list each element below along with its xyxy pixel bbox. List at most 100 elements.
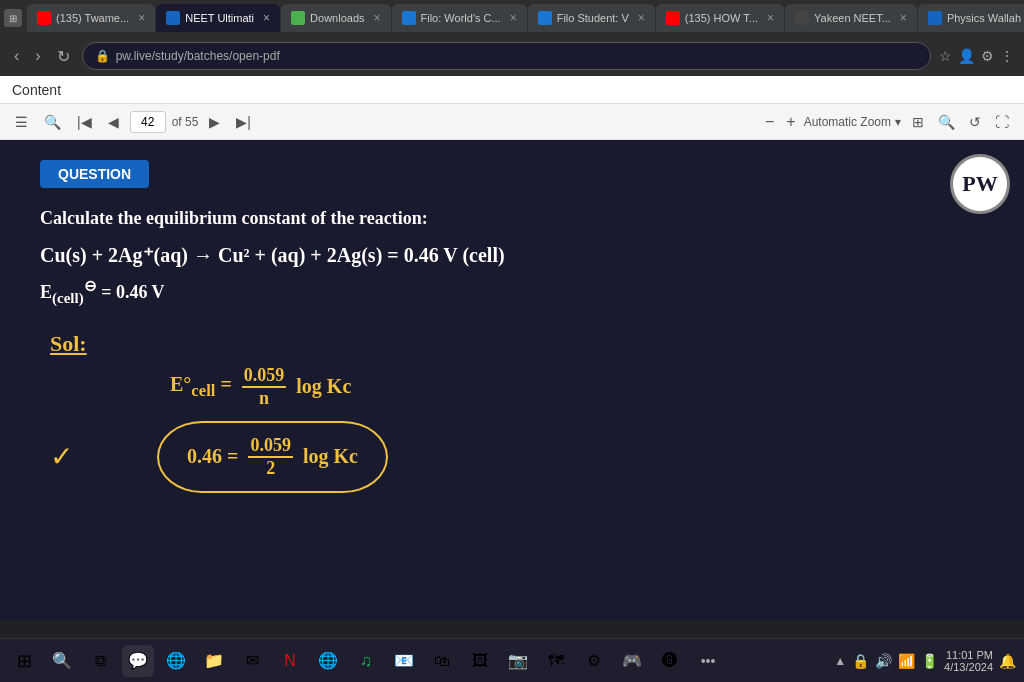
tab-label-filo2: Filo Student: V [557,12,629,24]
page-number-input[interactable] [130,111,166,133]
tab-label-neet: NEET Ultimati [185,12,254,24]
edge-icon: 🌐 [166,651,186,670]
zoom-selector-button[interactable]: 🔍 [933,111,960,133]
tab-close-downloads[interactable]: × [374,11,381,25]
zoom-in-button[interactable]: + [782,111,799,133]
taskbar-app-mail[interactable]: ✉ [236,645,268,677]
zoom-dropdown-icon[interactable]: ▾ [895,115,901,129]
tray-battery-icon[interactable]: 🔋 [921,653,938,669]
pw-logo: PW [950,154,1010,214]
window-menu[interactable]: ⊞ [4,9,22,27]
taskbar-app-game[interactable]: 🎮 [616,645,648,677]
rotate-button[interactable]: ↺ [964,111,986,133]
start-button[interactable]: ⊞ [8,645,40,677]
extensions-icon[interactable]: ⚙ [981,48,994,64]
taskview-icon: ⧉ [95,652,106,670]
tab-close-twame[interactable]: × [138,11,145,25]
tab-favicon-downloads [291,11,305,25]
tab-close-filo2[interactable]: × [638,11,645,25]
discord-icon: 💬 [128,651,148,670]
tray-up-arrow[interactable]: ▲ [834,654,846,668]
content-header: Content [0,76,1024,104]
tab-downloads[interactable]: Downloads × [281,4,390,32]
first-page-button[interactable]: |◀ [72,111,97,133]
bookmark-icon[interactable]: ☆ [939,48,952,64]
taskbar-clock[interactable]: 11:01 PM 4/13/2024 [944,649,993,673]
tab-close-yakeen[interactable]: × [900,11,907,25]
tab-pw[interactable]: Physics Wallah × [918,4,1024,32]
tab-close-filo1[interactable]: × [510,11,517,25]
taskbar-app-edge[interactable]: 🌐 [160,645,192,677]
tray-wifi-icon[interactable]: 📶 [898,653,915,669]
sol-boxed-fraction: 0.059 2 [248,435,293,479]
equation-text: Cu(s) + 2Ag⁺(aq) → Cu² + (aq) + 2Ag(s) =… [40,243,505,267]
taskbar-app-maps[interactable]: 🗺 [540,645,572,677]
content-title: Content [12,82,61,98]
settings-icon: ⚙ [587,651,601,670]
taskbar-app-instagram[interactable]: 📷 [502,645,534,677]
taskbar-app-settings[interactable]: ⚙ [578,645,610,677]
tab-bar: ⊞ (135) Twame... × NEET Ultimati × Downl… [0,0,1024,36]
taskbar-taskview[interactable]: ⧉ [84,645,116,677]
fit-page-button[interactable]: ⊞ [907,111,929,133]
zoom-out-button[interactable]: − [761,111,778,133]
profile-icon[interactable]: 👤 [958,48,975,64]
forward-button[interactable]: › [31,43,44,69]
last-page-button[interactable]: ▶| [231,111,256,133]
address-bar[interactable]: 🔒 pw.live/study/batches/open-pdf [82,42,931,70]
tab-label-howt: (135) HOW T... [685,12,758,24]
taskbar-app-misc1[interactable]: 🅖 [654,645,686,677]
photos-icon: 🖼 [472,652,488,670]
taskbar-app-chrome[interactable]: 🌐 [312,645,344,677]
pdf-right-tools: ⊞ 🔍 ↺ ⛶ [907,111,1014,133]
tab-filo1[interactable]: Filo: World's C... × [392,4,527,32]
taskbar-app-discord[interactable]: 💬 [122,645,154,677]
next-page-button[interactable]: ▶ [204,111,225,133]
tab-close-howt[interactable]: × [767,11,774,25]
tab-twame[interactable]: (135) Twame... × [27,4,155,32]
tray-sound-icon[interactable]: 🔊 [875,653,892,669]
maps-icon: 🗺 [548,652,564,670]
sol-boxed-container: ✓ 0.46 = 0.059 2 log Kc [50,421,388,493]
pdf-toolbar: ☰ 🔍 |◀ ◀ of 55 ▶ ▶| − + Automatic Zoom ▾… [0,104,1024,140]
tab-close-neet[interactable]: × [263,11,270,25]
tab-yakeen[interactable]: Yakeen NEET... × [785,4,917,32]
taskbar-app-store[interactable]: 🛍 [426,645,458,677]
fullscreen-button[interactable]: ⛶ [990,111,1014,133]
solution-area: Sol: E°cell = 0.059 n log Kc ✓ 0.46 = 0.… [40,331,984,493]
tab-neet[interactable]: NEET Ultimati × [156,4,280,32]
sol-label: Sol: [50,331,87,357]
sol-boxed-log: log Kc [303,445,358,468]
zoom-label: Automatic Zoom [804,115,891,129]
back-button[interactable]: ‹ [10,43,23,69]
address-text: pw.live/study/batches/open-pdf [116,49,918,63]
tab-favicon-filo2 [538,11,552,25]
prev-page-button[interactable]: ◀ [103,111,124,133]
taskbar-app-netflix[interactable]: N [274,645,306,677]
question-badge: QUESTION [40,160,149,188]
tab-label-twame: (135) Twame... [56,12,129,24]
pdf-content: PW QUESTION Calculate the equilibrium co… [0,140,1024,620]
tray-lock-icon[interactable]: 🔒 [852,653,869,669]
sidebar-toggle-button[interactable]: ☰ [10,111,33,133]
tab-howt[interactable]: (135) HOW T... × [656,4,784,32]
taskbar-search[interactable]: 🔍 [46,645,78,677]
tab-filo2[interactable]: Filo Student: V × [528,4,655,32]
instagram-icon: 📷 [508,651,528,670]
menu-icon[interactable]: ⋮ [1000,48,1014,64]
taskbar-app-photos[interactable]: 🖼 [464,645,496,677]
taskbar-more[interactable]: ••• [692,645,724,677]
taskbar-app-spotify[interactable]: ♫ [350,645,382,677]
tab-label-pw: Physics Wallah [947,12,1021,24]
taskbar-time-display: 11:01 PM [946,649,993,661]
chrome-icon: 🌐 [318,651,338,670]
taskbar-app-outlook[interactable]: 📧 [388,645,420,677]
taskbar-app-files[interactable]: 📁 [198,645,230,677]
search-pdf-button[interactable]: 🔍 [39,111,66,133]
outlook-icon: 📧 [394,651,414,670]
sol-formula-fraction: 0.059 n [242,365,287,409]
notification-icon[interactable]: 🔔 [999,653,1016,669]
reload-button[interactable]: ↻ [53,43,74,70]
zoom-area: − + Automatic Zoom ▾ [761,111,901,133]
sol-formula: E°cell = 0.059 n log Kc [170,365,351,409]
